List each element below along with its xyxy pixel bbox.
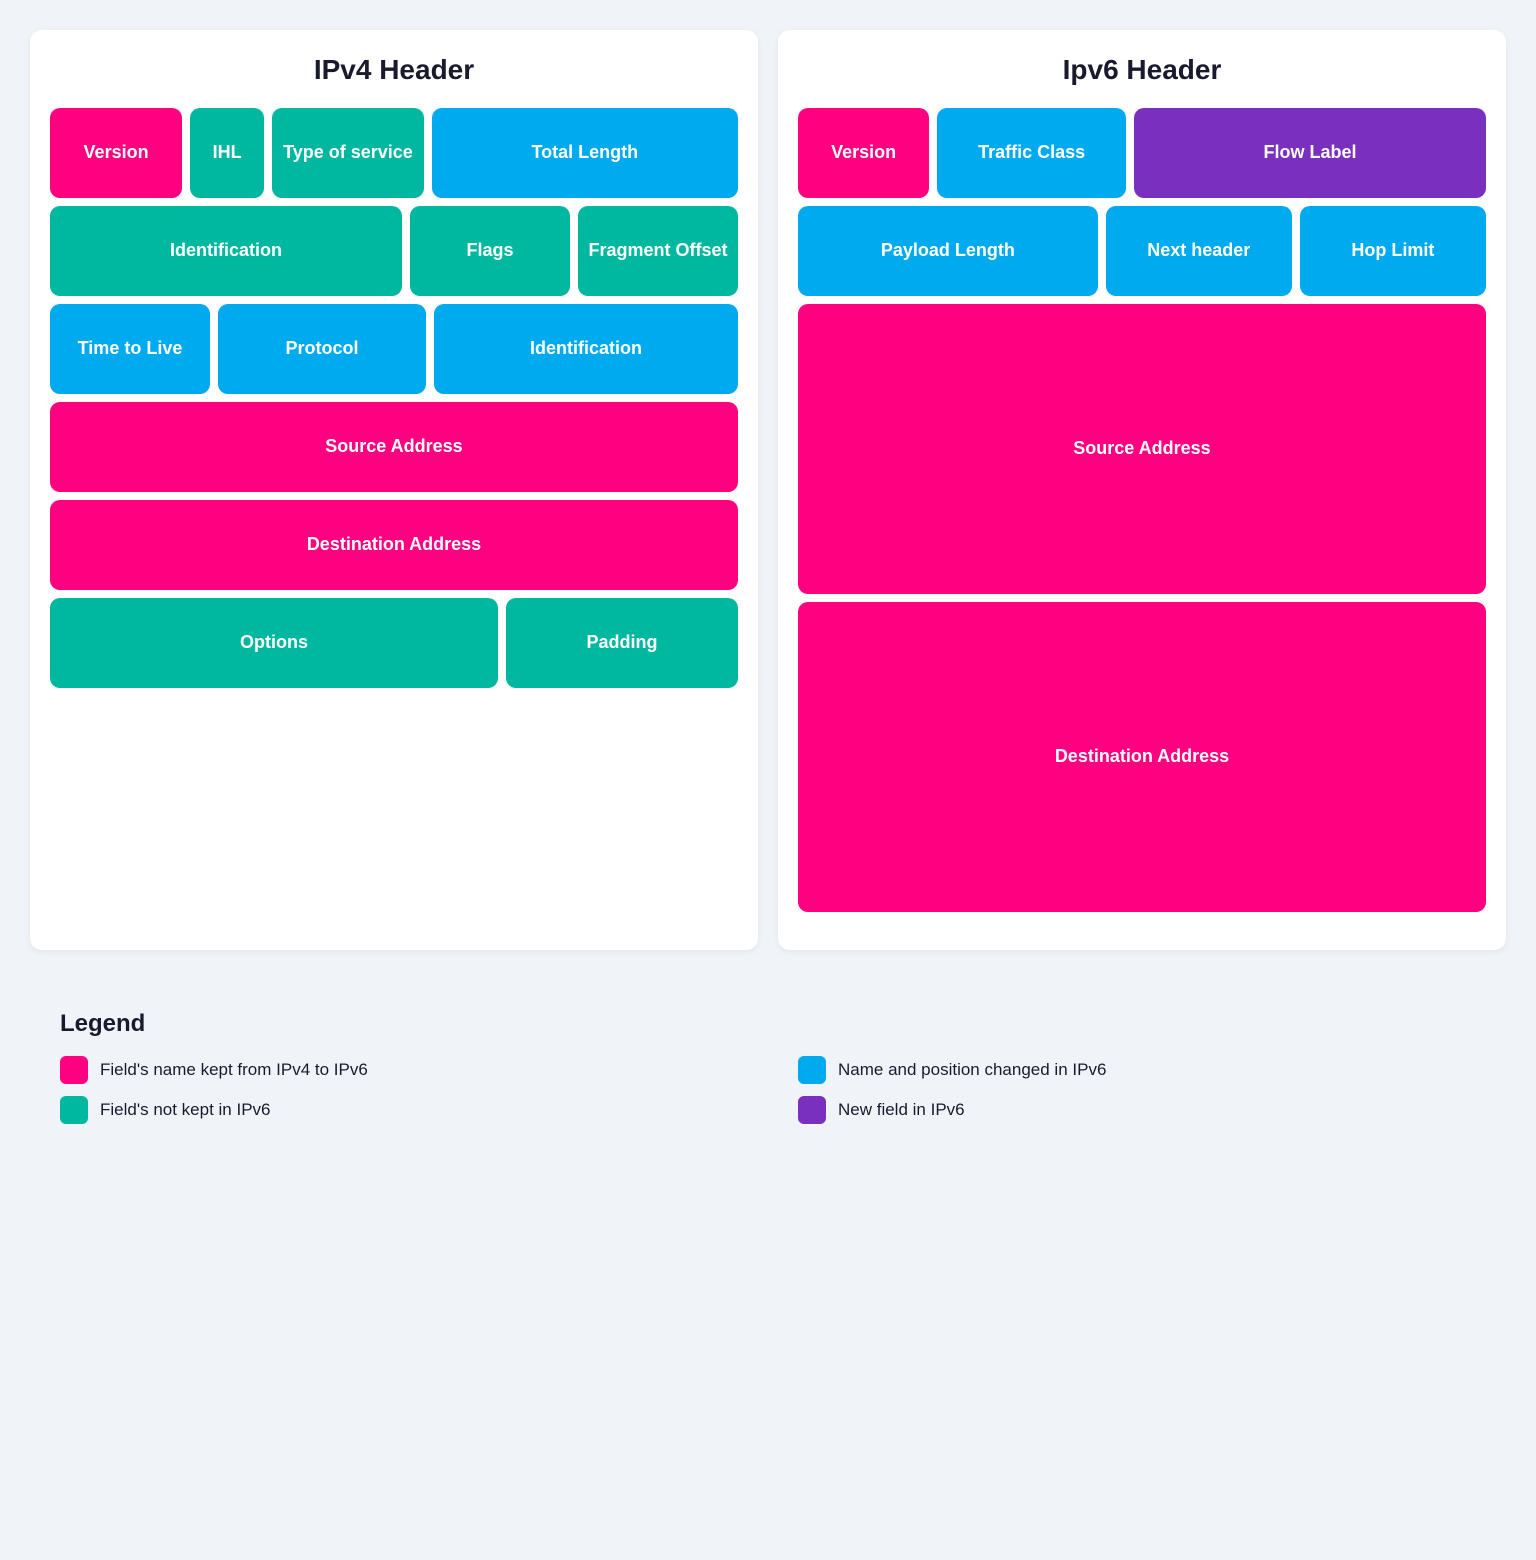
ipv6-panel: Ipv6 Header Version Traffic Class Flow L… <box>778 30 1506 950</box>
ipv4-row-4: Source Address <box>50 402 738 492</box>
legend-color-blue <box>798 1056 826 1084</box>
ipv6-destination-address: Destination Address <box>798 602 1486 912</box>
ipv6-row-2: Payload Length Next header Hop Limit <box>798 206 1486 296</box>
ipv6-payload-length: Payload Length <box>798 206 1098 296</box>
ipv6-flow-label: Flow Label <box>1134 108 1486 198</box>
legend-item-teal: Field's not kept in IPv6 <box>60 1096 738 1124</box>
legend-color-teal <box>60 1096 88 1124</box>
legend-grid: Field's name kept from IPv4 to IPv6 Name… <box>60 1056 1476 1124</box>
ipv6-row-1: Version Traffic Class Flow Label <box>798 108 1486 198</box>
ipv6-next-header: Next header <box>1106 206 1292 296</box>
ipv4-identification: Identification <box>50 206 402 296</box>
ipv6-row-4: Destination Address <box>798 602 1486 912</box>
ipv4-padding: Padding <box>506 598 738 688</box>
ipv4-row-5: Destination Address <box>50 500 738 590</box>
legend-color-pink <box>60 1056 88 1084</box>
legend-color-purple <box>798 1096 826 1124</box>
legend-title: Legend <box>60 1010 1476 1038</box>
ipv4-type-of-service: Type of service <box>272 108 423 198</box>
ipv4-source-address: Source Address <box>50 402 738 492</box>
ipv4-total-length: Total Length <box>432 108 738 198</box>
ipv4-options: Options <box>50 598 498 688</box>
ipv4-row-6: Options Padding <box>50 598 738 688</box>
ipv6-row-3: Source Address <box>798 304 1486 594</box>
legend-label-purple: New field in IPv6 <box>838 1100 965 1120</box>
legend-item-blue: Name and position changed in IPv6 <box>798 1056 1476 1084</box>
ipv4-row-1: Version IHL Type of service Total Length <box>50 108 738 198</box>
ipv4-protocol: Protocol <box>218 304 426 394</box>
ipv6-traffic-class: Traffic Class <box>937 108 1126 198</box>
legend-item-pink: Field's name kept from IPv4 to IPv6 <box>60 1056 738 1084</box>
ipv6-hop-limit: Hop Limit <box>1300 206 1486 296</box>
legend-label-pink: Field's name kept from IPv4 to IPv6 <box>100 1060 368 1080</box>
ipv6-title: Ipv6 Header <box>798 54 1486 86</box>
ipv4-destination-address: Destination Address <box>50 500 738 590</box>
ipv4-ttl: Time to Live <box>50 304 210 394</box>
ipv4-ihl: IHL <box>190 108 264 198</box>
ipv6-version: Version <box>798 108 929 198</box>
ipv4-panel: IPv4 Header Version IHL Type of service … <box>30 30 758 950</box>
legend-section: Legend Field's name kept from IPv4 to IP… <box>30 990 1506 1144</box>
ipv4-header-checksum: Identification <box>434 304 738 394</box>
ipv6-source-address: Source Address <box>798 304 1486 594</box>
main-container: IPv4 Header Version IHL Type of service … <box>30 30 1506 950</box>
ipv4-fragment-offset: Fragment Offset <box>578 206 738 296</box>
ipv4-title: IPv4 Header <box>50 54 738 86</box>
ipv4-row-3: Time to Live Protocol Identification <box>50 304 738 394</box>
ipv4-flags: Flags <box>410 206 570 296</box>
ipv4-row-2: Identification Flags Fragment Offset <box>50 206 738 296</box>
legend-label-blue: Name and position changed in IPv6 <box>838 1060 1106 1080</box>
legend-item-purple: New field in IPv6 <box>798 1096 1476 1124</box>
legend-label-teal: Field's not kept in IPv6 <box>100 1100 271 1120</box>
ipv4-version: Version <box>50 108 182 198</box>
